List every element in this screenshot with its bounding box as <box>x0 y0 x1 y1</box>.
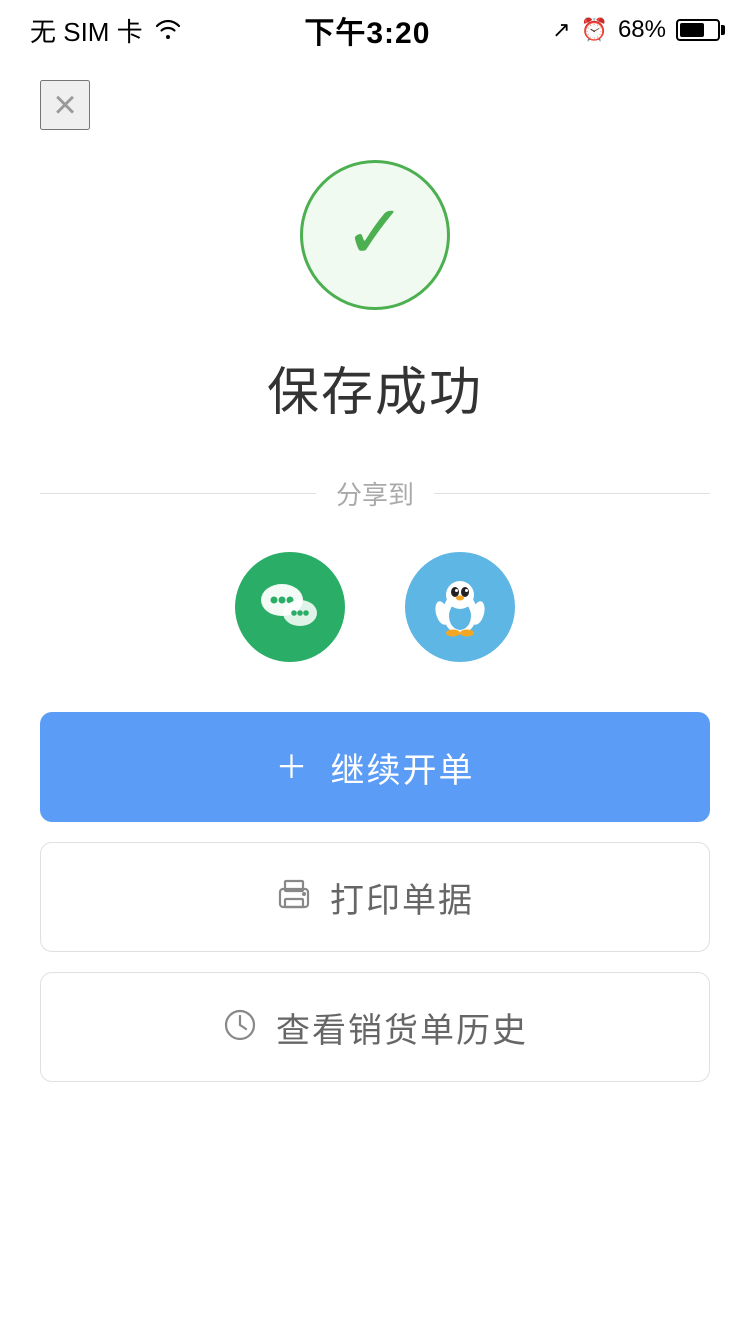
location-icon: ↗ <box>552 17 570 43</box>
close-icon: × <box>53 85 76 125</box>
action-buttons: ＋ 继续开单 打印单据 查看销货单历史 <box>40 712 710 1082</box>
qq-share-button[interactable] <box>405 552 515 662</box>
wifi-icon <box>153 15 183 46</box>
battery-percent: 68% <box>618 16 666 44</box>
wechat-share-button[interactable] <box>235 552 345 662</box>
main-content: × ✓ 保存成功 分享到 <box>0 60 750 1122</box>
share-section: 分享到 <box>40 475 710 662</box>
share-label: 分享到 <box>316 475 434 512</box>
status-bar: 无 SIM 卡 下午3:20 ↗ ⏰ 68% <box>0 0 750 60</box>
print-button[interactable]: 打印单据 <box>40 842 710 952</box>
battery-icon <box>676 19 720 41</box>
alarm-icon: ⏰ <box>581 17 608 43</box>
history-button[interactable]: 查看销货单历史 <box>40 972 710 1082</box>
battery-fill <box>680 23 704 37</box>
success-circle: ✓ <box>300 160 450 310</box>
checkmark-icon: ✓ <box>344 195 407 270</box>
status-right: ↗ ⏰ 68% <box>552 16 720 44</box>
status-left: 无 SIM 卡 <box>30 12 183 49</box>
continue-button[interactable]: ＋ 继续开单 <box>40 712 710 822</box>
print-icon <box>276 877 312 918</box>
success-title: 保存成功 <box>267 350 483 425</box>
share-divider: 分享到 <box>40 475 710 512</box>
status-time: 下午3:20 <box>304 8 430 52</box>
history-label: 查看销货单历史 <box>276 1003 528 1052</box>
print-label: 打印单据 <box>330 873 474 922</box>
continue-label: 继续开单 <box>331 743 475 792</box>
wechat-icon <box>258 580 323 635</box>
qq-icon <box>428 575 493 640</box>
close-button[interactable]: × <box>40 80 90 130</box>
share-icons <box>40 552 710 662</box>
continue-icon: ＋ <box>275 751 307 783</box>
carrier-text: 无 SIM 卡 <box>30 12 143 49</box>
history-icon <box>222 1007 258 1048</box>
